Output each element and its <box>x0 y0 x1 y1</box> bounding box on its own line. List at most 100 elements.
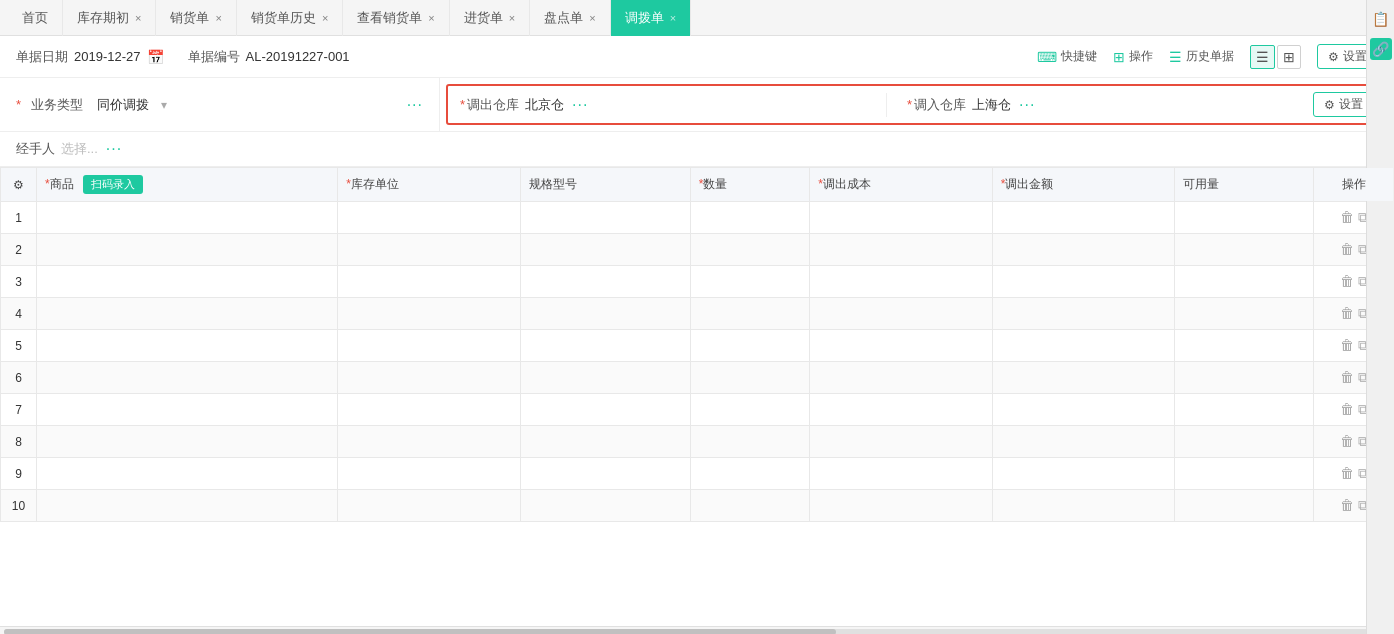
cell-spec[interactable] <box>520 362 690 394</box>
cell-unit[interactable] <box>338 362 520 394</box>
cell-product[interactable] <box>37 298 338 330</box>
cell-unit[interactable] <box>338 394 520 426</box>
tab-view-sales[interactable]: 查看销货单 × <box>343 0 449 36</box>
cell-unit[interactable] <box>338 458 520 490</box>
delete-icon[interactable]: 🗑 <box>1340 337 1354 353</box>
delete-icon[interactable]: 🗑 <box>1340 273 1354 289</box>
cell-spec[interactable] <box>520 394 690 426</box>
cell-available[interactable] <box>1175 330 1314 362</box>
chevron-down-icon[interactable]: ▾ <box>161 98 167 112</box>
calendar-icon[interactable]: 📅 <box>147 49 164 65</box>
cell-amount[interactable] <box>992 362 1174 394</box>
cell-unit[interactable] <box>338 330 520 362</box>
col-gear[interactable]: ⚙ <box>1 168 37 202</box>
cell-unit[interactable] <box>338 266 520 298</box>
operations-btn[interactable]: ⊞ 操作 <box>1113 48 1153 65</box>
cell-cost[interactable] <box>810 202 992 234</box>
cell-available[interactable] <box>1175 426 1314 458</box>
cell-available[interactable] <box>1175 458 1314 490</box>
source-warehouse-more[interactable]: ··· <box>572 96 588 114</box>
cell-available[interactable] <box>1175 362 1314 394</box>
cell-unit[interactable] <box>338 490 520 522</box>
cell-amount[interactable] <box>992 490 1174 522</box>
layout-btn-list[interactable]: ☰ <box>1250 45 1275 69</box>
cell-qty[interactable] <box>690 394 810 426</box>
business-type-more[interactable]: ··· <box>407 96 423 114</box>
tab-home[interactable]: 首页 <box>8 0 63 36</box>
cell-available[interactable] <box>1175 266 1314 298</box>
cell-product[interactable] <box>37 362 338 394</box>
target-warehouse-more[interactable]: ··· <box>1019 96 1035 114</box>
cell-product[interactable] <box>37 266 338 298</box>
cell-amount[interactable] <box>992 298 1174 330</box>
close-icon[interactable]: × <box>322 12 328 24</box>
close-icon[interactable]: × <box>135 12 141 24</box>
tab-sales-order[interactable]: 销货单 × <box>156 0 236 36</box>
cell-product[interactable] <box>37 202 338 234</box>
cell-product[interactable] <box>37 458 338 490</box>
cell-cost[interactable] <box>810 490 992 522</box>
cell-available[interactable] <box>1175 298 1314 330</box>
cell-qty[interactable] <box>690 490 810 522</box>
gear-icon[interactable]: ⚙ <box>13 178 24 192</box>
cell-qty[interactable] <box>690 298 810 330</box>
cell-qty[interactable] <box>690 426 810 458</box>
cell-qty[interactable] <box>690 330 810 362</box>
cell-unit[interactable] <box>338 202 520 234</box>
layout-btn-grid[interactable]: ⊞ <box>1277 45 1301 69</box>
warehouse-settings-btn[interactable]: ⚙ 设置 <box>1313 92 1374 117</box>
cell-qty[interactable] <box>690 458 810 490</box>
delete-icon[interactable]: 🗑 <box>1340 305 1354 321</box>
cell-amount[interactable] <box>992 458 1174 490</box>
cell-cost[interactable] <box>810 266 992 298</box>
cell-spec[interactable] <box>520 202 690 234</box>
cell-unit[interactable] <box>338 298 520 330</box>
cell-amount[interactable] <box>992 234 1174 266</box>
cell-qty[interactable] <box>690 202 810 234</box>
cell-spec[interactable] <box>520 458 690 490</box>
cell-amount[interactable] <box>992 330 1174 362</box>
close-icon[interactable]: × <box>215 12 221 24</box>
business-type-value[interactable]: 同价调拨 <box>97 96 149 114</box>
tab-transfer[interactable]: 调拨单 × <box>611 0 691 36</box>
cell-product[interactable] <box>37 234 338 266</box>
cell-amount[interactable] <box>992 266 1174 298</box>
target-warehouse-value[interactable]: 上海仓 <box>972 96 1011 114</box>
cell-qty[interactable] <box>690 362 810 394</box>
cell-unit[interactable] <box>338 426 520 458</box>
handler-select[interactable]: 选择... <box>61 140 98 158</box>
cell-amount[interactable] <box>992 202 1174 234</box>
cell-spec[interactable] <box>520 234 690 266</box>
cell-spec[interactable] <box>520 426 690 458</box>
cell-spec[interactable] <box>520 298 690 330</box>
delete-icon[interactable]: 🗑 <box>1340 465 1354 481</box>
cell-cost[interactable] <box>810 234 992 266</box>
cell-spec[interactable] <box>520 330 690 362</box>
cell-available[interactable] <box>1175 202 1314 234</box>
cell-product[interactable] <box>37 426 338 458</box>
history-btn[interactable]: ☰ 历史单据 <box>1169 48 1234 65</box>
sidebar-link-icon[interactable]: 🔗 <box>1370 38 1392 60</box>
cell-qty[interactable] <box>690 234 810 266</box>
tab-sales-history[interactable]: 销货单历史 × <box>237 0 343 36</box>
delete-icon[interactable]: 🗑 <box>1340 209 1354 225</box>
close-icon[interactable]: × <box>428 12 434 24</box>
cell-cost[interactable] <box>810 330 992 362</box>
cell-spec[interactable] <box>520 490 690 522</box>
close-icon[interactable]: × <box>670 12 676 24</box>
sidebar-notes-icon[interactable]: 📋 <box>1370 8 1392 30</box>
tab-inventory-init[interactable]: 库存期初 × <box>63 0 156 36</box>
close-icon[interactable]: × <box>509 12 515 24</box>
source-warehouse-value[interactable]: 北京仓 <box>525 96 564 114</box>
cell-available[interactable] <box>1175 234 1314 266</box>
cell-product[interactable] <box>37 490 338 522</box>
cell-qty[interactable] <box>690 266 810 298</box>
delete-icon[interactable]: 🗑 <box>1340 369 1354 385</box>
handler-more[interactable]: ··· <box>106 140 122 158</box>
cell-spec[interactable] <box>520 266 690 298</box>
cell-product[interactable] <box>37 330 338 362</box>
close-icon[interactable]: × <box>589 12 595 24</box>
scan-button[interactable]: 扫码录入 <box>83 175 143 194</box>
cell-available[interactable] <box>1175 394 1314 426</box>
cell-amount[interactable] <box>992 394 1174 426</box>
